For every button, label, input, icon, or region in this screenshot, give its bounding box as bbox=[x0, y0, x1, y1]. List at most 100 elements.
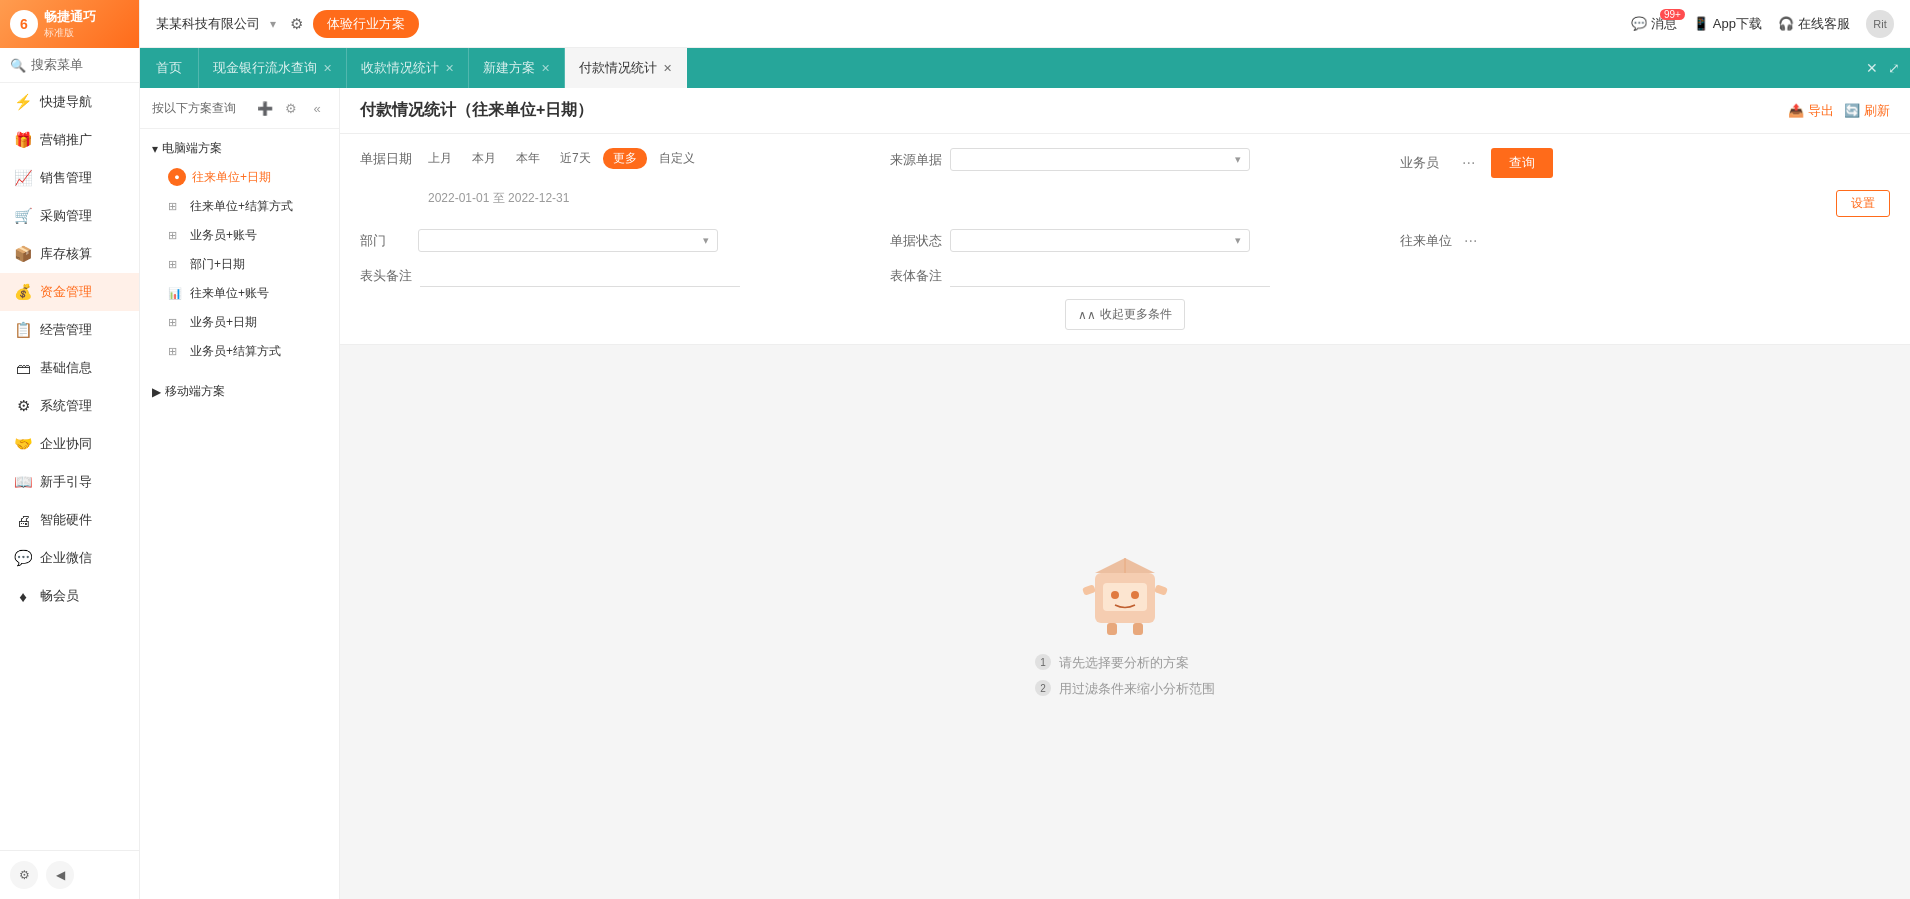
sidebar-item-label: 企业协同 bbox=[40, 435, 92, 453]
sidebar-search[interactable]: 🔍 搜索菜单 bbox=[0, 48, 139, 83]
topbar-gear-icon[interactable]: ⚙ bbox=[290, 15, 303, 33]
sidebar-collapse-btn[interactable]: ◀ bbox=[46, 861, 74, 889]
body-note-input[interactable] bbox=[950, 264, 1270, 287]
sidebar-item-quick-nav[interactable]: ⚡ 快捷导航 bbox=[0, 83, 139, 121]
collapse-btn[interactable]: ∧∧ 收起更多条件 bbox=[1065, 299, 1185, 330]
query-btn[interactable]: 查询 bbox=[1491, 148, 1553, 178]
sidebar-item-enterprise[interactable]: 🤝 企业协同 bbox=[0, 425, 139, 463]
topbar: 某某科技有限公司 ▾ ⚙ 体验行业方案 💬 消息 99+ 📱 App下载 🎧 在… bbox=[140, 0, 1910, 48]
sidebar-settings-btn[interactable]: ⚙ bbox=[10, 861, 38, 889]
scheme-settings-icon[interactable]: ⚙ bbox=[281, 98, 301, 118]
scheme-item-dept-date[interactable]: ⊞ 部门+日期 bbox=[140, 250, 339, 279]
service-btn[interactable]: 🎧 在线客服 bbox=[1778, 15, 1850, 33]
tab-payments-label: 付款情况统计 bbox=[579, 59, 657, 77]
desktop-scheme-title[interactable]: ▾ 电脑端方案 bbox=[140, 135, 339, 162]
tab-home-label: 首页 bbox=[156, 59, 182, 77]
sidebar-item-operations[interactable]: 📋 经营管理 bbox=[0, 311, 139, 349]
sidebar-item-label: 营销推广 bbox=[40, 131, 92, 149]
sidebar-item-guide[interactable]: 📖 新手引导 bbox=[0, 463, 139, 501]
date-custom-btn[interactable]: 自定义 bbox=[651, 148, 703, 169]
sidebar-item-purchase[interactable]: 🛒 采购管理 bbox=[0, 197, 139, 235]
scheme-collapse-icon[interactable]: « bbox=[307, 98, 327, 118]
sidebar-item-sales[interactable]: 📈 销售管理 bbox=[0, 159, 139, 197]
scheme-item-partner-date[interactable]: ● 往来单位+日期 bbox=[140, 162, 339, 192]
header-note-label: 表头备注 bbox=[360, 267, 412, 285]
sidebar-item-hardware[interactable]: 🖨 智能硬件 bbox=[0, 501, 139, 539]
date-more-btn[interactable]: 更多 bbox=[603, 148, 647, 169]
tab-new-scheme[interactable]: 新建方案 ✕ bbox=[469, 48, 565, 88]
sidebar-item-marketing[interactable]: 🎁 营销推广 bbox=[0, 121, 139, 159]
message-icon: 💬 bbox=[1631, 16, 1647, 31]
scheme-item-label: 往来单位+结算方式 bbox=[190, 198, 293, 215]
voucher-status-chevron-icon: ▾ bbox=[1235, 234, 1241, 247]
date-this-year-btn[interactable]: 本年 bbox=[508, 148, 548, 169]
avatar[interactable]: Rit bbox=[1866, 10, 1894, 38]
guide-icon: 📖 bbox=[14, 473, 32, 491]
tab-bank-flow[interactable]: 现金银行流水查询 ✕ bbox=[199, 48, 347, 88]
message-btn[interactable]: 💬 消息 99+ bbox=[1631, 15, 1677, 33]
source-select[interactable]: ▾ bbox=[950, 148, 1250, 171]
sidebar-item-wechat[interactable]: 💬 企业微信 bbox=[0, 539, 139, 577]
export-btn[interactable]: 📤 导出 bbox=[1788, 102, 1834, 120]
scheme-item-label: 业务员+结算方式 bbox=[190, 343, 281, 360]
mobile-scheme-title[interactable]: ▶ 移动端方案 bbox=[140, 378, 339, 405]
app-label: App下载 bbox=[1713, 15, 1762, 33]
page-actions: 📤 导出 🔄 刷新 bbox=[1788, 102, 1890, 120]
logo-text: 畅捷通巧 bbox=[44, 8, 96, 26]
hint-2-text: 用过滤条件来缩小分析范围 bbox=[1059, 680, 1215, 698]
close-all-tabs-icon[interactable]: ✕ bbox=[1866, 60, 1878, 76]
company-chevron-icon[interactable]: ▾ bbox=[270, 17, 276, 31]
scheme-item-label: 业务员+账号 bbox=[190, 227, 257, 244]
tab-receivables[interactable]: 收款情况统计 ✕ bbox=[347, 48, 469, 88]
date-last-month-btn[interactable]: 上月 bbox=[420, 148, 460, 169]
fullscreen-icon[interactable]: ⤢ bbox=[1888, 60, 1900, 76]
system-icon: ⚙ bbox=[14, 397, 32, 415]
date-this-month-btn[interactable]: 本月 bbox=[464, 148, 504, 169]
app-download-btn[interactable]: 📱 App下载 bbox=[1693, 15, 1762, 33]
sidebar-item-basic-info[interactable]: 🗃 基础信息 bbox=[0, 349, 139, 387]
tab-bank-flow-close-icon[interactable]: ✕ bbox=[323, 62, 332, 75]
settings-btn[interactable]: 设置 bbox=[1836, 190, 1890, 217]
svg-rect-7 bbox=[1133, 623, 1143, 635]
scheme-grid-icon: ⊞ bbox=[168, 229, 184, 242]
sidebar-header: 6 畅捷通巧 标准版 bbox=[0, 0, 139, 48]
tab-receivables-close-icon[interactable]: ✕ bbox=[445, 62, 454, 75]
sidebar-item-label: 采购管理 bbox=[40, 207, 92, 225]
scheme-panel-actions: ➕ ⚙ « bbox=[255, 98, 327, 118]
sidebar-item-inventory[interactable]: 📦 库存核算 bbox=[0, 235, 139, 273]
partner-dots-icon[interactable]: ··· bbox=[1460, 232, 1481, 250]
header-note-input[interactable] bbox=[420, 264, 740, 287]
hint-1-num: 1 bbox=[1035, 654, 1051, 670]
service-icon: 🎧 bbox=[1778, 16, 1794, 31]
sidebar-item-finance[interactable]: 💰 资金管理 bbox=[0, 273, 139, 311]
salesperson-dots-icon[interactable]: ··· bbox=[1458, 154, 1479, 172]
trial-btn[interactable]: 体验行业方案 bbox=[313, 10, 419, 38]
active-scheme-dot: ● bbox=[168, 168, 186, 186]
tab-home[interactable]: 首页 bbox=[140, 48, 199, 88]
dept-select[interactable]: ▾ bbox=[418, 229, 718, 252]
voucher-status-select[interactable]: ▾ bbox=[950, 229, 1250, 252]
vip-icon: ♦ bbox=[14, 588, 32, 605]
tabbar: 首页 现金银行流水查询 ✕ 收款情况统计 ✕ 新建方案 ✕ 付款情况统计 ✕ ✕… bbox=[140, 48, 1910, 88]
scheme-item-salesperson-account[interactable]: ⊞ 业务员+账号 bbox=[140, 221, 339, 250]
right-panel: 付款情况统计（往来单位+日期） 📤 导出 🔄 刷新 bbox=[340, 88, 1910, 899]
sidebar-item-vip[interactable]: ♦ 畅会员 bbox=[0, 577, 139, 615]
tab-payments-close-icon[interactable]: ✕ bbox=[663, 62, 672, 75]
empty-hint-1: 1 请先选择要分析的方案 bbox=[1035, 654, 1215, 672]
desktop-scheme-section: ▾ 电脑端方案 ● 往来单位+日期 ⊞ 往来单位+结算方式 ⊞ 业务员+账号 ⊞ bbox=[140, 129, 339, 372]
scheme-item-salesperson-settlement[interactable]: ⊞ 业务员+结算方式 bbox=[140, 337, 339, 366]
scheme-item-partner-settlement[interactable]: ⊞ 往来单位+结算方式 bbox=[140, 192, 339, 221]
dept-label: 部门 bbox=[360, 232, 410, 250]
scheme-grid-icon: ⊞ bbox=[168, 345, 184, 358]
scheme-item-partner-account[interactable]: 📊 往来单位+账号 bbox=[140, 279, 339, 308]
tab-payments[interactable]: 付款情况统计 ✕ bbox=[565, 48, 687, 88]
sidebar-item-label: 新手引导 bbox=[40, 473, 92, 491]
sidebar-item-system[interactable]: ⚙ 系统管理 bbox=[0, 387, 139, 425]
scheme-item-salesperson-date[interactable]: ⊞ 业务员+日期 bbox=[140, 308, 339, 337]
tab-new-scheme-close-icon[interactable]: ✕ bbox=[541, 62, 550, 75]
enterprise-icon: 🤝 bbox=[14, 435, 32, 453]
add-scheme-icon[interactable]: ➕ bbox=[255, 98, 275, 118]
date-7days-btn[interactable]: 近7天 bbox=[552, 148, 599, 169]
date-buttons: 上月 本月 本年 近7天 更多 自定义 bbox=[420, 148, 703, 169]
refresh-btn[interactable]: 🔄 刷新 bbox=[1844, 102, 1890, 120]
